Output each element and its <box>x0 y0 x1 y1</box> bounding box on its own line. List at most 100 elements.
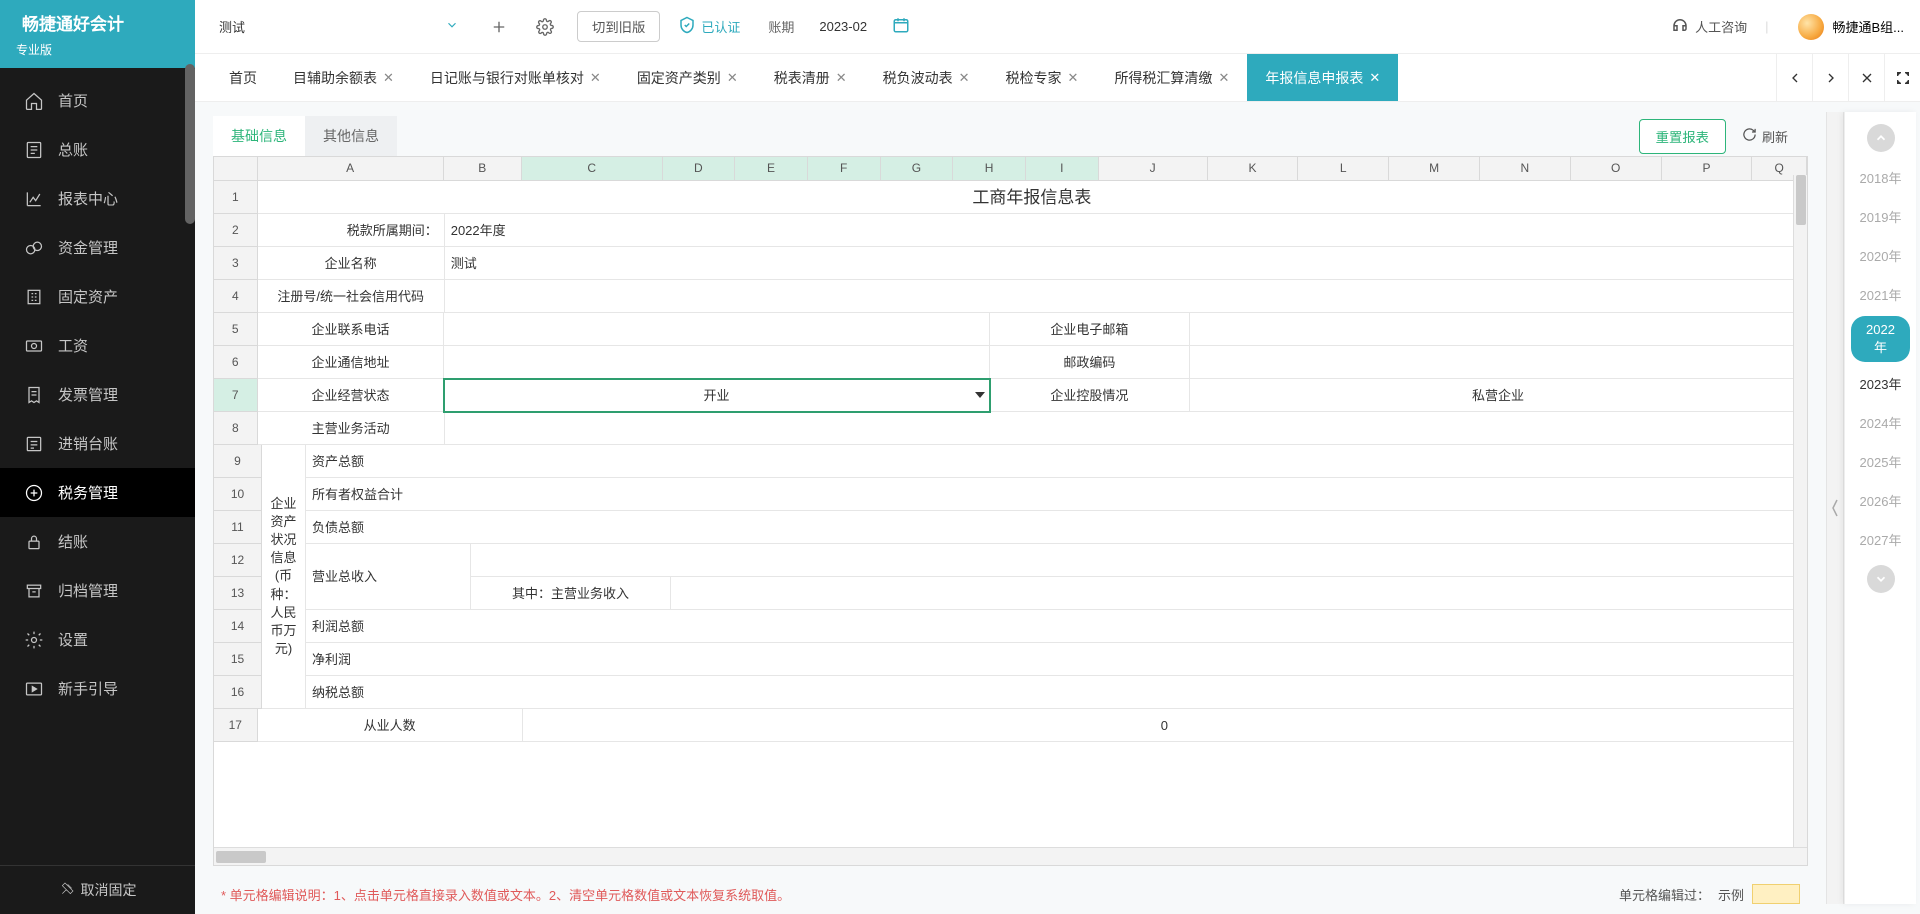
column-header[interactable]: K <box>1208 157 1299 180</box>
cell-value[interactable]: 测试 <box>445 247 1807 280</box>
cell-label[interactable]: 企业控股情况 <box>990 379 1190 412</box>
column-header[interactable]: A <box>258 157 444 180</box>
cell-label[interactable]: 企业通信地址 <box>258 346 445 379</box>
row-header[interactable]: 13 <box>214 577 262 610</box>
year-down-button[interactable] <box>1867 565 1895 593</box>
tab[interactable]: 固定资产类别✕ <box>619 54 756 101</box>
close-icon[interactable]: ✕ <box>383 70 394 86</box>
close-icon[interactable]: ✕ <box>1068 70 1079 86</box>
cell-label[interactable]: 从业人数 <box>258 709 523 742</box>
sidebar-unpin[interactable]: 取消固定 <box>0 865 195 914</box>
row-header[interactable]: 11 <box>214 511 262 544</box>
cell-label[interactable]: 其中：主营业务收入 <box>471 577 671 610</box>
cell-value[interactable] <box>1190 346 1807 379</box>
merged-asset-label[interactable]: 企业资产状况信息(币种：人民币万元) <box>262 445 306 709</box>
cell-label[interactable]: 邮政编码 <box>990 346 1190 379</box>
nav-reports[interactable]: 报表中心 <box>0 174 195 223</box>
row-header[interactable]: 6 <box>214 346 258 379</box>
column-header[interactable]: P <box>1662 157 1753 180</box>
period-value[interactable]: 2023-02 <box>812 14 874 39</box>
column-header[interactable]: B <box>444 157 522 180</box>
refresh-button[interactable]: 刷新 <box>1742 127 1788 146</box>
cell-value[interactable] <box>445 280 1807 313</box>
cell-label[interactable]: 企业经营状态 <box>258 379 445 412</box>
business-status-dropdown[interactable]: 开业 <box>444 379 989 412</box>
cell-label[interactable]: 净利润 <box>306 643 1807 676</box>
column-header[interactable]: O <box>1571 157 1662 180</box>
column-header[interactable]: C <box>522 157 663 180</box>
cell-label[interactable]: 主营业务活动 <box>258 412 445 445</box>
row-header[interactable]: 10 <box>214 478 262 511</box>
year-item[interactable]: 2024年 <box>1845 403 1916 442</box>
year-up-button[interactable] <box>1867 124 1895 152</box>
close-icon[interactable]: ✕ <box>1218 70 1229 86</box>
year-item[interactable]: 2018年 <box>1845 158 1916 197</box>
row-header[interactable]: 12 <box>214 544 262 577</box>
add-button[interactable] <box>485 13 513 41</box>
support-button[interactable]: 人工咨询 <box>1671 16 1747 37</box>
column-header[interactable]: G <box>881 157 954 180</box>
column-header[interactable]: D <box>663 157 736 180</box>
nav-close[interactable]: 结账 <box>0 517 195 566</box>
column-header[interactable]: E <box>735 157 808 180</box>
tab[interactable]: 所得税汇算清缴✕ <box>1096 54 1247 101</box>
year-item[interactable]: 2019年 <box>1845 197 1916 236</box>
cell-value[interactable] <box>444 346 989 379</box>
year-item[interactable]: 2022年 <box>1851 316 1910 362</box>
tab[interactable]: 首页 <box>211 54 275 101</box>
column-header[interactable]: N <box>1480 157 1571 180</box>
cell-label[interactable]: 所有者权益合计 <box>306 478 1807 511</box>
horizontal-scrollbar[interactable] <box>214 847 1807 865</box>
nav-settings[interactable]: 设置 <box>0 615 195 664</box>
switch-old-version-button[interactable]: 切到旧版 <box>577 11 660 42</box>
cell-value[interactable]: 0 <box>523 709 1807 742</box>
tabs-fullscreen-button[interactable] <box>1884 54 1920 101</box>
company-selector[interactable]: 测试 <box>211 13 467 40</box>
row-header[interactable]: 17 <box>214 709 258 742</box>
cell-label[interactable]: 企业名称 <box>258 247 445 280</box>
year-item[interactable]: 2027年 <box>1845 520 1916 559</box>
cell-label[interactable]: 营业总收入 <box>306 544 471 610</box>
row-header[interactable]: 2 <box>214 214 258 247</box>
row-header[interactable]: 7 <box>214 379 258 412</box>
cell-label[interactable]: 企业电子邮箱 <box>990 313 1190 346</box>
year-item[interactable]: 2026年 <box>1845 481 1916 520</box>
user-menu[interactable]: 畅捷通B组... <box>1798 14 1904 40</box>
tab[interactable]: 税表清册✕ <box>756 54 865 101</box>
close-icon[interactable]: ✕ <box>836 70 847 86</box>
year-item[interactable]: 2025年 <box>1845 442 1916 481</box>
cell-value[interactable] <box>671 577 1807 610</box>
cell-value[interactable] <box>471 544 1807 577</box>
subtab-other[interactable]: 其他信息 <box>305 116 397 156</box>
subtab-basic[interactable]: 基础信息 <box>213 116 305 156</box>
row-header[interactable]: 8 <box>214 412 258 445</box>
calendar-icon[interactable] <box>892 16 910 37</box>
nav-ledger[interactable]: 总账 <box>0 125 195 174</box>
sidebar-scrollbar[interactable] <box>185 64 195 224</box>
column-header[interactable]: H <box>953 157 1026 180</box>
select-all-corner[interactable] <box>214 157 258 180</box>
column-header[interactable]: M <box>1389 157 1480 180</box>
nav-assets[interactable]: 固定资产 <box>0 272 195 321</box>
year-panel-collapse[interactable] <box>1826 112 1844 904</box>
tab[interactable]: 税负波动表✕ <box>865 54 988 101</box>
nav-invoice[interactable]: 发票管理 <box>0 370 195 419</box>
cell-label[interactable]: 税款所属期间： <box>258 214 445 247</box>
nav-salary[interactable]: 工资 <box>0 321 195 370</box>
settings-button[interactable] <box>531 13 559 41</box>
column-header[interactable]: L <box>1298 157 1389 180</box>
nav-guide[interactable]: 新手引导 <box>0 664 195 713</box>
year-item[interactable]: 2023年 <box>1845 364 1916 403</box>
cell-label[interactable]: 纳税总额 <box>306 676 1807 709</box>
cell-value[interactable] <box>1190 313 1807 346</box>
sheet-title[interactable]: 工商年报信息表 <box>258 181 1807 214</box>
tab[interactable]: 年报信息申报表✕ <box>1247 54 1398 101</box>
row-header[interactable]: 15 <box>214 643 262 676</box>
tab[interactable]: 目辅助余额表✕ <box>275 54 412 101</box>
close-icon[interactable]: ✕ <box>1369 70 1380 86</box>
close-icon[interactable]: ✕ <box>959 70 970 86</box>
cell-label[interactable]: 资产总额 <box>306 445 1807 478</box>
nav-home[interactable]: 首页 <box>0 76 195 125</box>
cell-label[interactable]: 注册号/统一社会信用代码 <box>258 280 445 313</box>
reset-report-button[interactable]: 重置报表 <box>1639 119 1726 154</box>
